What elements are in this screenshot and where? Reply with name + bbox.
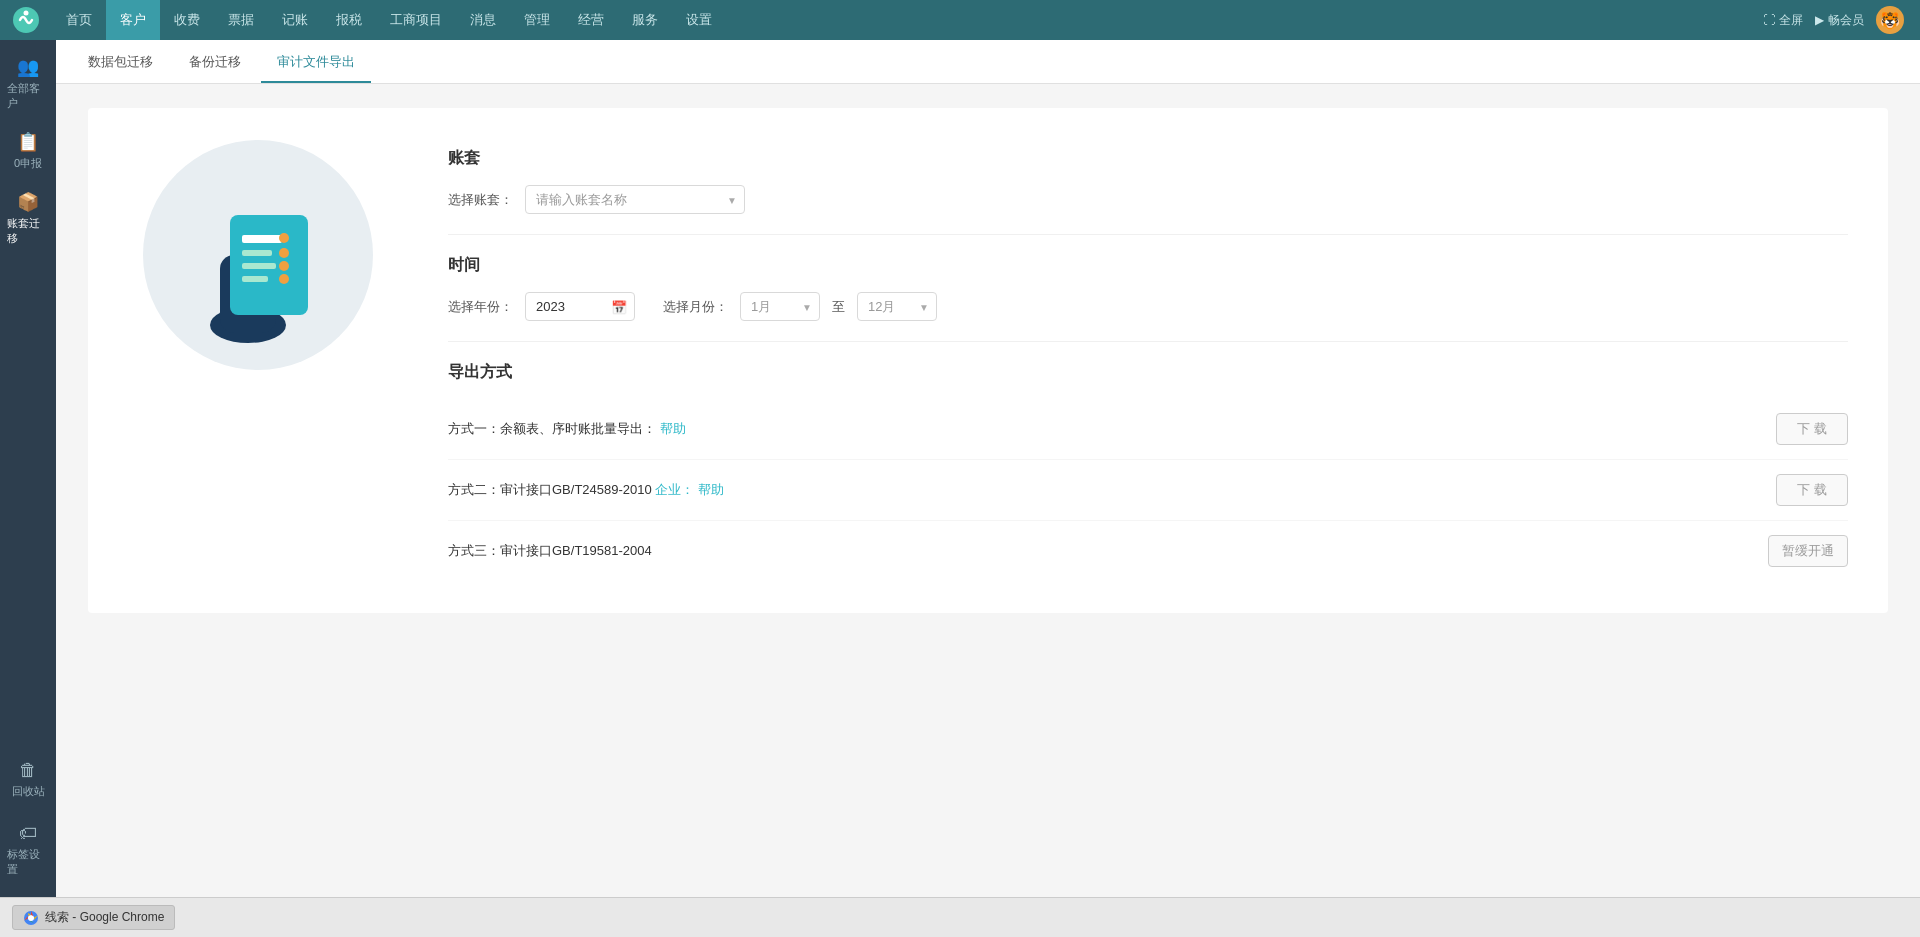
nav-customer[interactable]: 客户 [106, 0, 160, 40]
customers-icon: 👥 [17, 56, 39, 78]
method-row-2: 方式二：审计接口GB/T24589-2010 企业： 帮助 下 载 [448, 460, 1848, 521]
sidebar-item-trash[interactable]: 🗑 回收站 [3, 752, 53, 807]
year-input-wrapper: 2023 📅 [525, 292, 635, 321]
logo [8, 2, 44, 38]
tab-audit-export[interactable]: 审计文件导出 [261, 43, 371, 83]
svg-point-12 [279, 274, 289, 284]
section-divider-2 [448, 341, 1848, 342]
label-icon: 🏷 [19, 823, 37, 844]
month-start-select[interactable]: 1月2月3月4月 5月6月7月8月 9月10月11月12月 [740, 292, 820, 321]
svg-point-10 [279, 248, 289, 258]
account-select-wrapper: 请输入账套名称 ▼ [525, 185, 745, 214]
method-2-help-link[interactable]: 帮助 [698, 482, 724, 497]
declare-icon: 📋 [17, 131, 39, 153]
method-row-1: 方式一：余额表、序时账批量导出： 帮助 下 载 [448, 399, 1848, 460]
sidebar-item-label-settings[interactable]: 🏷 标签设置 [3, 815, 53, 885]
section-divider-1 [448, 234, 1848, 235]
chrome-icon [23, 910, 39, 926]
method-3-coming-soon-button: 暂缓开通 [1768, 535, 1848, 567]
export-section-title: 导出方式 [448, 362, 1848, 383]
sidebar-bottom: 🗑 回收站 🏷 标签设置 [3, 752, 53, 897]
nav-tax[interactable]: 报税 [322, 0, 376, 40]
time-row: 选择年份： 2023 📅 选择月份： 1月2月3月4月 5月6月7月8月 9月1… [448, 292, 1848, 321]
month-end-wrapper: 1月2月3月4月 5月6月7月8月 9月10月11月12月 ▼ [857, 292, 937, 321]
form-area: 账套 选择账套： 请输入账套名称 ▼ 时间 选 [448, 140, 1848, 581]
nav-message[interactable]: 消息 [456, 0, 510, 40]
migrate-icon: 📦 [17, 191, 39, 213]
svg-point-11 [279, 261, 289, 271]
account-select[interactable]: 请输入账套名称 [525, 185, 745, 214]
nav-home[interactable]: 首页 [52, 0, 106, 40]
sidebar-item-account-migrate[interactable]: 📦 账套迁移 [3, 183, 53, 254]
illustration-area [128, 140, 388, 370]
year-input[interactable]: 2023 [525, 292, 635, 321]
to-text: 至 [832, 298, 845, 316]
fullscreen-icon: ⛶ [1763, 13, 1775, 27]
nav-settings[interactable]: 设置 [672, 0, 726, 40]
nav-operation[interactable]: 经营 [564, 0, 618, 40]
svg-rect-5 [242, 235, 282, 243]
page-content: 账套 选择账套： 请输入账套名称 ▼ 时间 选 [56, 84, 1920, 897]
tab-data-migrate[interactable]: 数据包迁移 [72, 43, 169, 83]
svg-rect-7 [242, 263, 276, 269]
method-2-download-button[interactable]: 下 载 [1776, 474, 1848, 506]
trash-icon: 🗑 [19, 760, 37, 781]
sidebar-item-all-customers[interactable]: 👥 全部客户 [3, 48, 53, 119]
month-start-wrapper: 1月2月3月4月 5月6月7月8月 9月10月11月12月 ▼ [740, 292, 820, 321]
nav-bookkeeping[interactable]: 记账 [268, 0, 322, 40]
method-3-label: 方式三：审计接口GB/T19581-2004 [448, 542, 652, 560]
account-label: 选择账套： [448, 191, 513, 209]
month-end-select[interactable]: 1月2月3月4月 5月6月7月8月 9月10月11月12月 [857, 292, 937, 321]
method-2-label: 方式二：审计接口GB/T24589-2010 企业： 帮助 [448, 481, 724, 499]
method-1-help-link[interactable]: 帮助 [660, 421, 686, 436]
month-label: 选择月份： [663, 298, 728, 316]
taskbar-item-label: 线索 - Google Chrome [45, 909, 164, 926]
sidebar: 👥 全部客户 📋 0申报 📦 账套迁移 🗑 回收站 🏷 标签设置 [0, 40, 56, 897]
illustration-circle [143, 140, 373, 370]
main-layout: 👥 全部客户 📋 0申报 📦 账套迁移 🗑 回收站 🏷 标签设置 数据包迁移 [0, 40, 1920, 897]
tab-bar: 数据包迁移 备份迁移 审计文件导出 [56, 40, 1920, 84]
page-inner: 账套 选择账套： 请输入账套名称 ▼ 时间 选 [88, 108, 1888, 613]
nav-business[interactable]: 工商项目 [376, 0, 456, 40]
svg-point-1 [24, 11, 29, 16]
nav-service[interactable]: 服务 [618, 0, 672, 40]
year-label: 选择年份： [448, 298, 513, 316]
svg-rect-6 [242, 250, 272, 256]
top-navigation: 首页 客户 收费 票据 记账 报税 工商项目 消息 管理 经营 服务 设置 ⛶ … [0, 0, 1920, 40]
sidebar-item-zero-declare[interactable]: 📋 0申报 [3, 123, 53, 179]
svg-rect-8 [242, 276, 268, 282]
avatar[interactable]: 🐯 [1876, 6, 1904, 34]
taskbar: 线索 - Google Chrome [0, 897, 1920, 937]
member-button[interactable]: ▶ 畅会员 [1815, 12, 1864, 29]
account-row: 选择账套： 请输入账套名称 ▼ [448, 185, 1848, 214]
nav-invoice[interactable]: 票据 [214, 0, 268, 40]
nav-fee[interactable]: 收费 [160, 0, 214, 40]
method-row-3: 方式三：审计接口GB/T19581-2004 暂缓开通 [448, 521, 1848, 581]
member-icon: ▶ [1815, 13, 1824, 27]
content-area: 数据包迁移 备份迁移 审计文件导出 [56, 40, 1920, 897]
method-1-download-button[interactable]: 下 载 [1776, 413, 1848, 445]
taskbar-chrome-item[interactable]: 线索 - Google Chrome [12, 905, 175, 930]
account-section-title: 账套 [448, 148, 1848, 169]
method-2-company-text: 企业： [655, 482, 694, 497]
nav-manage[interactable]: 管理 [510, 0, 564, 40]
tab-backup-migrate[interactable]: 备份迁移 [173, 43, 257, 83]
method-1-label: 方式一：余额表、序时账批量导出： 帮助 [448, 420, 686, 438]
time-section-title: 时间 [448, 255, 1848, 276]
nav-items: 首页 客户 收费 票据 记账 报税 工商项目 消息 管理 经营 服务 设置 [52, 0, 1763, 40]
svg-point-14 [28, 915, 34, 921]
fullscreen-button[interactable]: ⛶ 全屏 [1763, 12, 1803, 29]
nav-right: ⛶ 全屏 ▶ 畅会员 🐯 [1763, 6, 1920, 34]
svg-point-9 [279, 233, 289, 243]
